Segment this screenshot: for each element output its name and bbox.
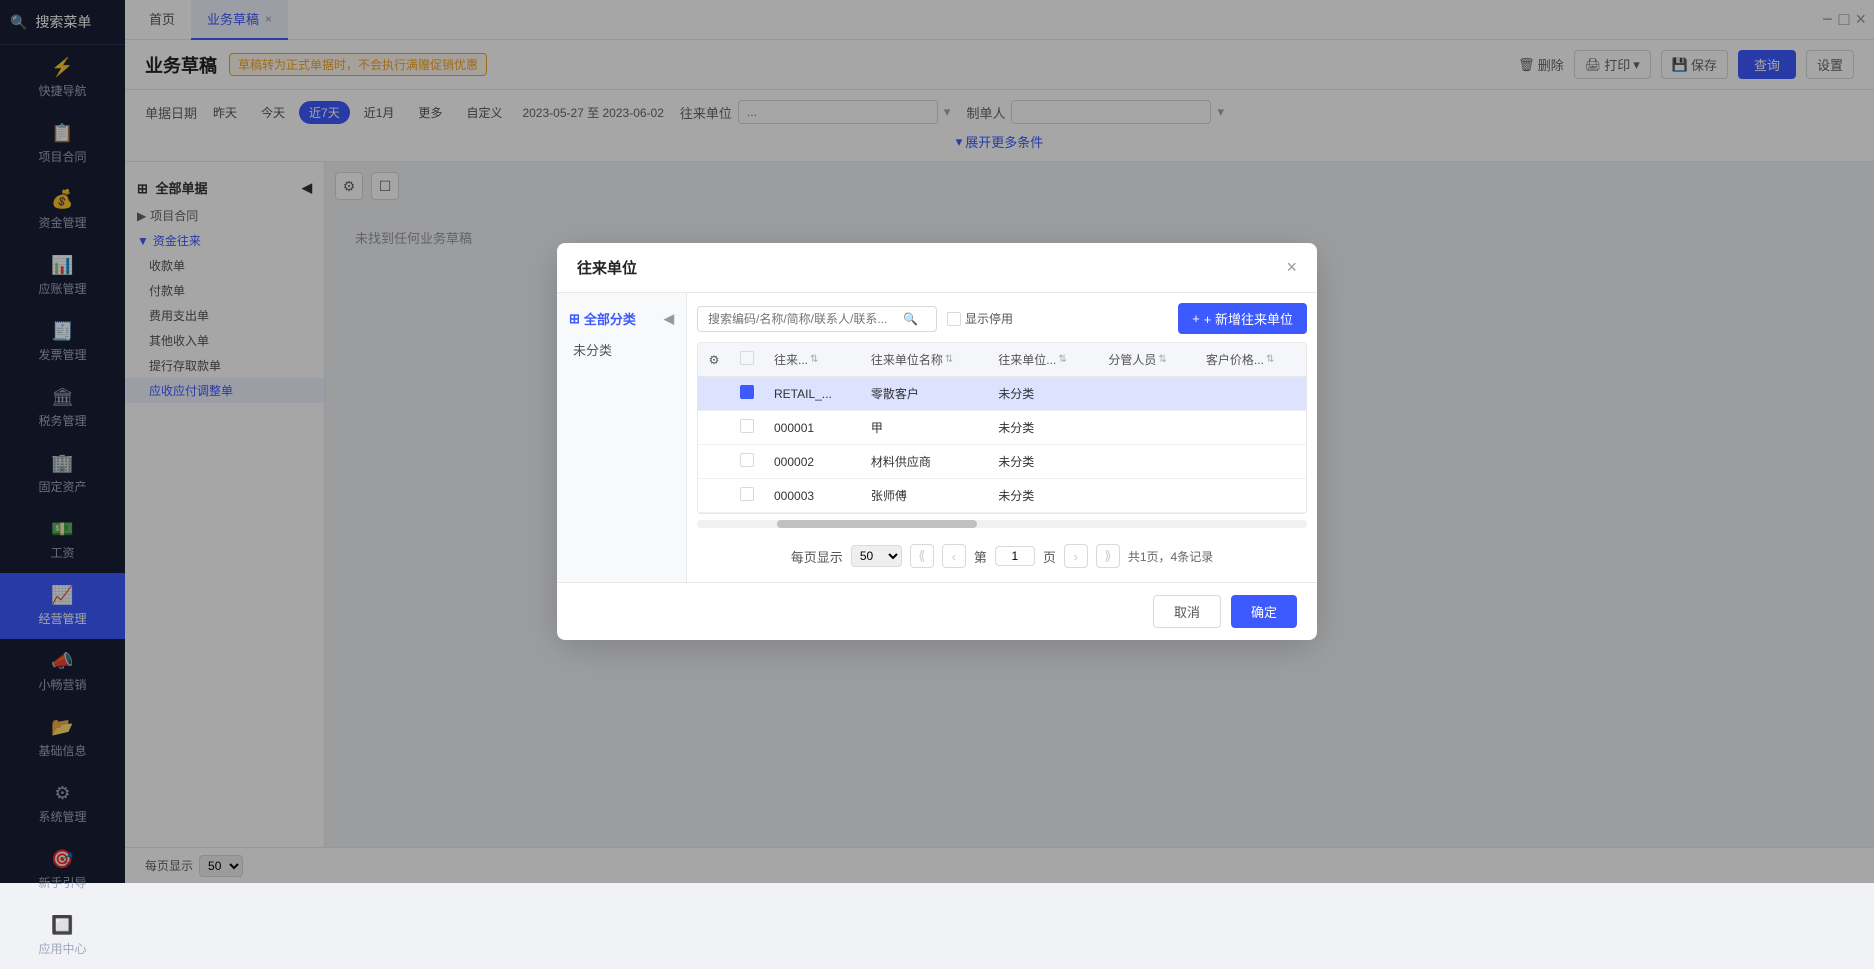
add-icon: + <box>1192 311 1200 326</box>
scrollbar-thumb <box>777 520 977 528</box>
dialog-search-wrap: 🔍 显示停用 <box>697 306 1013 332</box>
sort-icon: ⇅ <box>1058 354 1066 365</box>
cell-category: 未分类 <box>988 377 1098 411</box>
table-row[interactable]: 000001 甲 未分类 <box>698 411 1306 445</box>
dialog-left-header: ⊞ 全部分类 ◀ <box>557 303 686 334</box>
col-checkbox[interactable] <box>730 343 764 377</box>
col-category-header[interactable]: 往来单位... ⇅ <box>988 343 1098 377</box>
cell-name: 甲 <box>861 411 988 445</box>
cell-price <box>1196 377 1306 411</box>
confirm-button[interactable]: 确定 <box>1231 595 1297 628</box>
cell-name: 零散客户 <box>861 377 988 411</box>
dialog-toolbar: 🔍 显示停用 + + 新增往来单位 <box>697 303 1307 334</box>
cell-checkbox[interactable] <box>730 377 764 411</box>
sort-icon: ⇅ <box>945 354 953 365</box>
contact-table: ⚙ 往来... ⇅ 往来单位名 <box>697 342 1307 514</box>
page-next-button[interactable]: › <box>1064 544 1088 568</box>
cell-category: 未分类 <box>988 411 1098 445</box>
page-size-label: 每页显示 <box>791 547 843 566</box>
dialog-close-button[interactable]: × <box>1286 257 1297 278</box>
dialog-search-box[interactable]: 🔍 <box>697 306 937 332</box>
cell-manager <box>1098 445 1196 479</box>
cell-name: 材料供应商 <box>861 445 988 479</box>
table-row[interactable]: RETAIL_... 零散客户 未分类 <box>698 377 1306 411</box>
cell-settings <box>698 377 730 411</box>
page-prev-button[interactable]: ‹ <box>942 544 966 568</box>
page-total-text: 共1页，4条记录 <box>1128 548 1213 565</box>
cell-code: 000002 <box>764 445 861 479</box>
cell-checkbox[interactable] <box>730 479 764 513</box>
page-size-select[interactable]: 50 10 20 100 <box>851 545 902 567</box>
show-disabled-checkbox[interactable] <box>947 312 961 326</box>
cell-settings <box>698 445 730 479</box>
dialog-search-icon: 🔍 <box>903 312 918 326</box>
col-name-header[interactable]: 往来单位名称 ⇅ <box>861 343 988 377</box>
page-number-input[interactable] <box>995 546 1035 566</box>
dialog-header: 往来单位 × <box>557 243 1317 293</box>
dialog-collapse-icon[interactable]: ◀ <box>664 311 674 327</box>
cell-category: 未分类 <box>988 445 1098 479</box>
dialog-search-input[interactable] <box>708 312 898 326</box>
cell-price <box>1196 479 1306 513</box>
cell-checkbox[interactable] <box>730 445 764 479</box>
dialog-body: ⊞ 全部分类 ◀ 未分类 🔍 显示停用 <box>557 293 1317 582</box>
page-current-label: 第 <box>974 547 987 566</box>
cell-price <box>1196 445 1306 479</box>
cancel-button[interactable]: 取消 <box>1153 595 1221 628</box>
cell-manager <box>1098 377 1196 411</box>
show-disabled-label[interactable]: 显示停用 <box>947 310 1013 327</box>
dialog-left-title: 全部分类 <box>584 309 636 328</box>
cell-price <box>1196 411 1306 445</box>
page-unit-label: 页 <box>1043 547 1056 566</box>
contact-dialog: 往来单位 × ⊞ 全部分类 ◀ 未分类 🔍 <box>557 243 1317 640</box>
cell-name: 张师傅 <box>861 479 988 513</box>
cell-manager <box>1098 479 1196 513</box>
cell-checkbox[interactable] <box>730 411 764 445</box>
cell-settings <box>698 411 730 445</box>
table-row[interactable]: 000002 材料供应商 未分类 <box>698 445 1306 479</box>
page-last-button[interactable]: ⟫ <box>1096 544 1120 568</box>
cell-settings <box>698 479 730 513</box>
col-code-header[interactable]: 往来... ⇅ <box>764 343 861 377</box>
page-first-button[interactable]: ⟪ <box>910 544 934 568</box>
dialog-right: 🔍 显示停用 + + 新增往来单位 <box>687 293 1317 582</box>
cell-code: 000003 <box>764 479 861 513</box>
dialog-pagination: 每页显示 50 10 20 100 ⟪ ‹ 第 页 › ⟫ 共1页，4条记录 <box>697 534 1307 572</box>
add-contact-button[interactable]: + + 新增往来单位 <box>1178 303 1307 334</box>
table-row[interactable]: 000003 张师傅 未分类 <box>698 479 1306 513</box>
sidebar-item-appcenter[interactable]: 🔲 应用中心 <box>0 903 125 969</box>
sidebar-item-label: 应用中心 <box>38 940 86 957</box>
cell-code: 000001 <box>764 411 861 445</box>
modal-overlay: 往来单位 × ⊞ 全部分类 ◀ 未分类 🔍 <box>0 0 1874 883</box>
col-manager-header[interactable]: 分管人员 ⇅ <box>1098 343 1196 377</box>
cell-category: 未分类 <box>988 479 1098 513</box>
appcenter-icon: 🔲 <box>51 915 73 936</box>
table-header-row: ⚙ 往来... ⇅ 往来单位名 <box>698 343 1306 377</box>
sort-icon: ⇅ <box>810 354 818 365</box>
dialog-left-nav: ⊞ 全部分类 ◀ 未分类 <box>557 293 687 582</box>
sort-icon: ⇅ <box>1158 354 1166 365</box>
dialog-grid-icon: ⊞ <box>569 311 580 327</box>
col-price-header[interactable]: 客户价格... ⇅ <box>1196 343 1306 377</box>
dialog-title: 往来单位 <box>577 257 637 278</box>
show-disabled-text: 显示停用 <box>965 310 1013 327</box>
dialog-footer: 取消 确定 <box>557 582 1317 640</box>
cell-code: RETAIL_... <box>764 377 861 411</box>
col-settings[interactable]: ⚙ <box>698 343 730 377</box>
dialog-left-unclassified[interactable]: 未分类 <box>557 334 686 365</box>
table-scrollbar[interactable] <box>697 520 1307 528</box>
cell-manager <box>1098 411 1196 445</box>
sort-icon: ⇅ <box>1266 354 1274 365</box>
